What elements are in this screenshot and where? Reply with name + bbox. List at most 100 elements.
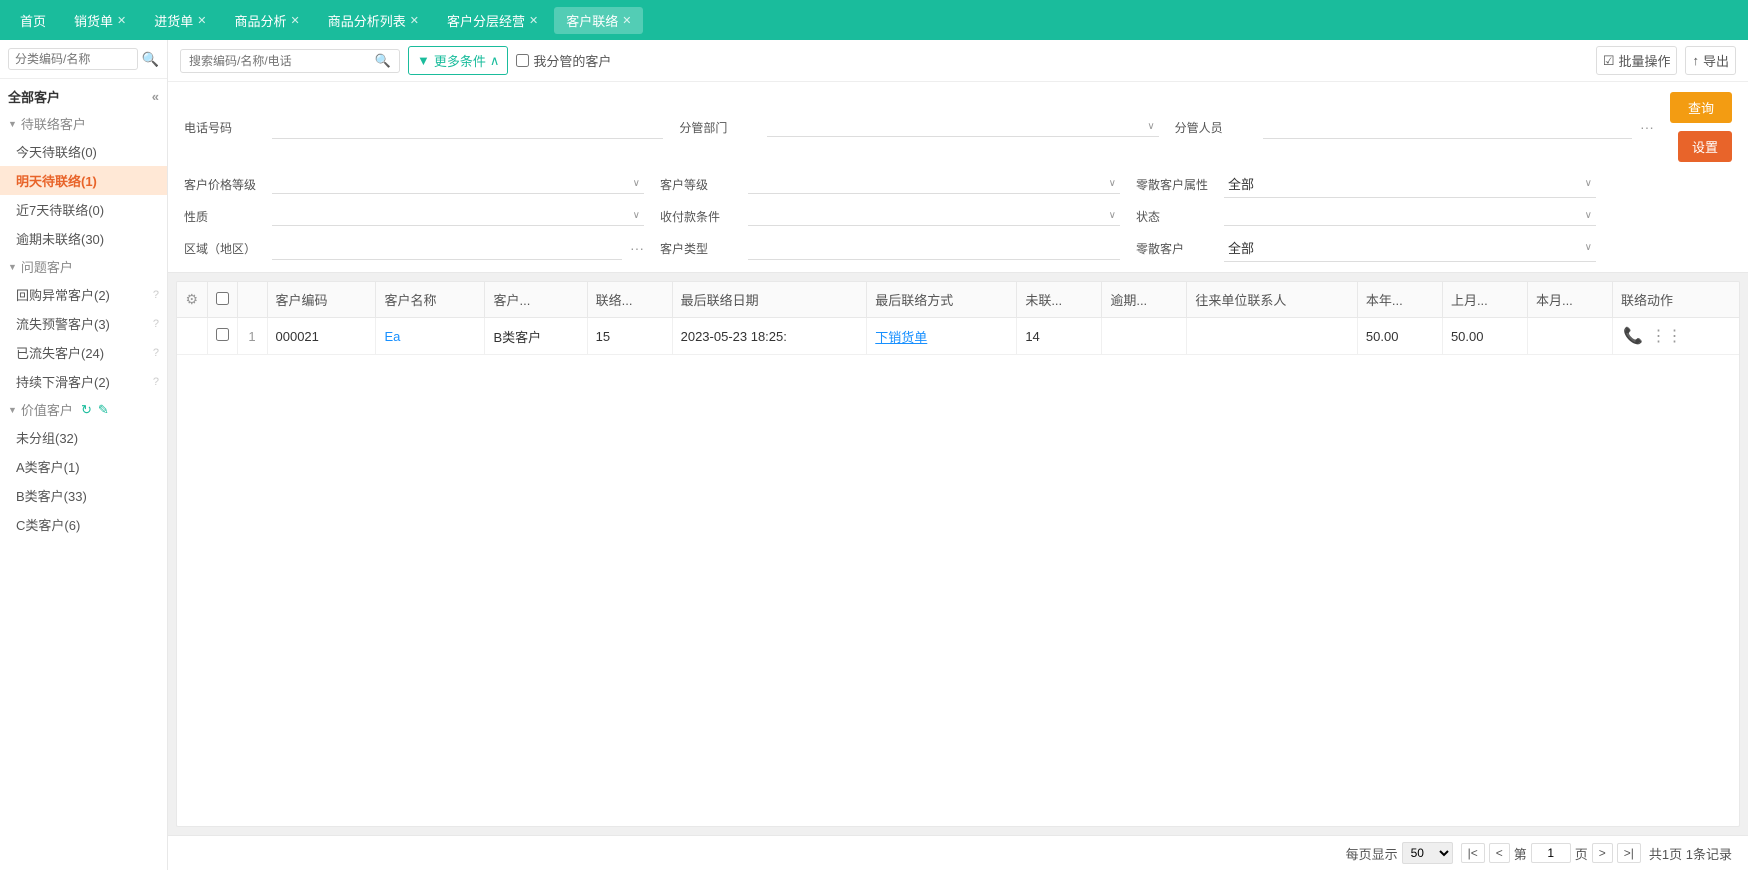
nav-product-analysis-close-icon[interactable]: ✕ — [291, 14, 300, 27]
sidebar-item-type-a[interactable]: A类客户(1) — [0, 452, 167, 481]
nav-customer-tier[interactable]: 客户分层经营 ✕ — [435, 7, 550, 34]
nav-purchase-close-icon[interactable]: ✕ — [197, 14, 206, 27]
filter-nature: 性质 ∨ — [184, 206, 644, 226]
price-level-select[interactable]: ∨ — [272, 174, 644, 194]
sidebar-item-overdue[interactable]: 逾期未联络(30) — [0, 224, 167, 253]
bulk-operation-button[interactable]: ☑ 批量操作 — [1596, 46, 1678, 75]
export-button[interactable]: ↑ 导出 — [1685, 46, 1736, 75]
nav-customer-contact-close-icon[interactable]: ✕ — [622, 14, 631, 27]
sidebar-item-repurchase[interactable]: 回购异常客户(2) ? — [0, 280, 167, 309]
sidebar-search-input[interactable] — [8, 48, 138, 70]
th-code-label: 客户编码 — [276, 293, 328, 308]
region-input[interactable] — [272, 237, 622, 260]
region-dots[interactable]: ··· — [630, 240, 644, 256]
filter-row-1: 电话号码 分管部门 ∨ 分管人员 ··· 查询 设置 — [184, 92, 1732, 162]
help-icon-lost-risk[interactable]: ? — [153, 318, 159, 330]
sidebar-item-decline[interactable]: 持续下滑客户(2) ? — [0, 367, 167, 396]
td-name: Ea — [376, 318, 485, 355]
my-customers-check-input[interactable] — [516, 54, 529, 67]
next-page-button[interactable]: > — [1592, 843, 1613, 863]
data-table-container: ⚙ 客户编码 客户名称 客户... — [176, 281, 1740, 827]
sidebar-item-type-c[interactable]: C类客户(6) — [0, 510, 167, 539]
edit-icon[interactable]: ✎ — [98, 402, 109, 418]
nav-product-list-close-icon[interactable]: ✕ — [410, 14, 419, 27]
nav-product-analysis-label: 商品分析 — [234, 11, 286, 30]
sidebar-item-already-lost[interactable]: 已流失客户(24) ? — [0, 338, 167, 367]
nav-product-list[interactable]: 商品分析列表 ✕ — [316, 7, 431, 34]
sidebar-item-ungrouped[interactable]: 未分组(32) — [0, 423, 167, 452]
sidebar-item-overdue-label: 逾期未联络(30) — [16, 229, 104, 248]
th-gear: ⚙ — [177, 282, 207, 318]
page-number-input[interactable] — [1531, 843, 1571, 863]
select-all-checkbox[interactable] — [216, 292, 229, 305]
help-icon-repurchase[interactable]: ? — [153, 289, 159, 301]
customer-type-input[interactable] — [748, 237, 1120, 260]
person-input[interactable] — [1263, 116, 1632, 139]
payment-arrow: ∨ — [1109, 210, 1116, 221]
prev-page-button[interactable]: < — [1489, 843, 1510, 863]
nav-product-list-label: 商品分析列表 — [328, 11, 406, 30]
more-filter-button[interactable]: ▼ 更多条件 ∧ — [408, 46, 508, 75]
retail-customer-select[interactable]: 全部 ∨ — [1224, 234, 1596, 262]
main-search-input[interactable] — [189, 54, 371, 68]
nav-sales[interactable]: 销货单 ✕ — [62, 7, 138, 34]
row-last-contact-method[interactable]: 下销货单 — [875, 330, 927, 345]
customer-level-select[interactable]: ∨ — [748, 174, 1120, 194]
th-no-contact: 未联... — [1017, 282, 1102, 318]
contact-call-icon[interactable]: 📞 — [1623, 328, 1643, 345]
region-label: 区域（地区） — [184, 240, 264, 257]
dept-arrow: ∨ — [1147, 121, 1154, 132]
nav-home[interactable]: 首页 — [8, 7, 58, 34]
dept-select[interactable]: ∨ — [767, 117, 1158, 137]
sidebar-item-week[interactable]: 近7天待联络(0) — [0, 195, 167, 224]
last-page-button[interactable]: >| — [1617, 843, 1641, 863]
phone-input[interactable] — [272, 116, 663, 139]
td-num: 1 — [237, 318, 267, 355]
payment-select[interactable]: ∨ — [748, 206, 1120, 226]
sidebar-item-repurchase-label: 回购异常客户(2) — [16, 285, 110, 304]
refresh-icon[interactable]: ↻ — [81, 402, 92, 418]
sidebar-group-pending[interactable]: 待联络客户 — [0, 110, 167, 137]
sidebar-item-lost-risk[interactable]: 流失预警客户(3) ? — [0, 309, 167, 338]
help-icon-decline[interactable]: ? — [153, 376, 159, 388]
td-unit-contact — [1187, 318, 1358, 355]
my-customers-checkbox[interactable]: 我分管的客户 — [516, 51, 611, 70]
nav-customer-contact-label: 客户联络 — [566, 11, 618, 30]
customer-type-label: 客户类型 — [660, 240, 740, 257]
th-code: 客户编码 — [267, 282, 376, 318]
nav-sales-close-icon[interactable]: ✕ — [117, 14, 126, 27]
sidebar-group-value[interactable]: 价值客户 ↻ ✎ — [0, 396, 167, 423]
query-button[interactable]: 查询 — [1670, 92, 1732, 123]
person-dots[interactable]: ··· — [1640, 119, 1654, 135]
status-select[interactable]: ∨ — [1224, 206, 1596, 226]
nav-product-analysis[interactable]: 商品分析 ✕ — [222, 7, 311, 34]
filter-row-4: 区域（地区） ··· 客户类型 零散客户 全部 ∨ — [184, 234, 1732, 262]
sidebar-group-pending-label: 待联络客户 — [21, 114, 86, 133]
retail-attr-select[interactable]: 全部 ∨ — [1224, 170, 1596, 198]
sidebar-search-icon[interactable]: 🔍 — [142, 51, 159, 68]
all-customers-header[interactable]: 全部客户 « — [0, 79, 167, 110]
td-this-year: 50.00 — [1357, 318, 1442, 355]
filter-row-3: 性质 ∨ 收付款条件 ∨ 状态 — [184, 206, 1732, 226]
per-page-select[interactable]: 50 100 200 — [1402, 842, 1453, 864]
nav-purchase[interactable]: 进货单 ✕ — [142, 7, 218, 34]
sidebar-item-tomorrow[interactable]: 明天待联络(1) — [0, 166, 167, 195]
first-page-button[interactable]: |< — [1461, 843, 1485, 863]
retail-customer-arrow: ∨ — [1585, 242, 1592, 253]
nav-customer-tier-close-icon[interactable]: ✕ — [529, 14, 538, 27]
export-label: 导出 — [1703, 51, 1729, 70]
payment-label: 收付款条件 — [660, 208, 740, 225]
nature-select[interactable]: ∨ — [272, 206, 644, 226]
contact-more-icon[interactable]: ⋮⋮ — [1651, 328, 1683, 345]
settings-button[interactable]: 设置 — [1678, 131, 1732, 162]
sidebar-item-today[interactable]: 今天待联络(0) — [0, 137, 167, 166]
sidebar-group-problem[interactable]: 问题客户 — [0, 253, 167, 280]
column-settings-icon[interactable]: ⚙ — [185, 291, 198, 307]
collapse-icon[interactable]: « — [152, 89, 159, 104]
row-checkbox[interactable] — [216, 328, 229, 341]
sidebar-item-type-b[interactable]: B类客户(33) — [0, 481, 167, 510]
nav-customer-contact[interactable]: 客户联络 ✕ — [554, 7, 643, 34]
help-icon-already-lost[interactable]: ? — [153, 347, 159, 359]
main-search-icon[interactable]: 🔍 — [375, 53, 391, 69]
td-this-month — [1527, 318, 1612, 355]
